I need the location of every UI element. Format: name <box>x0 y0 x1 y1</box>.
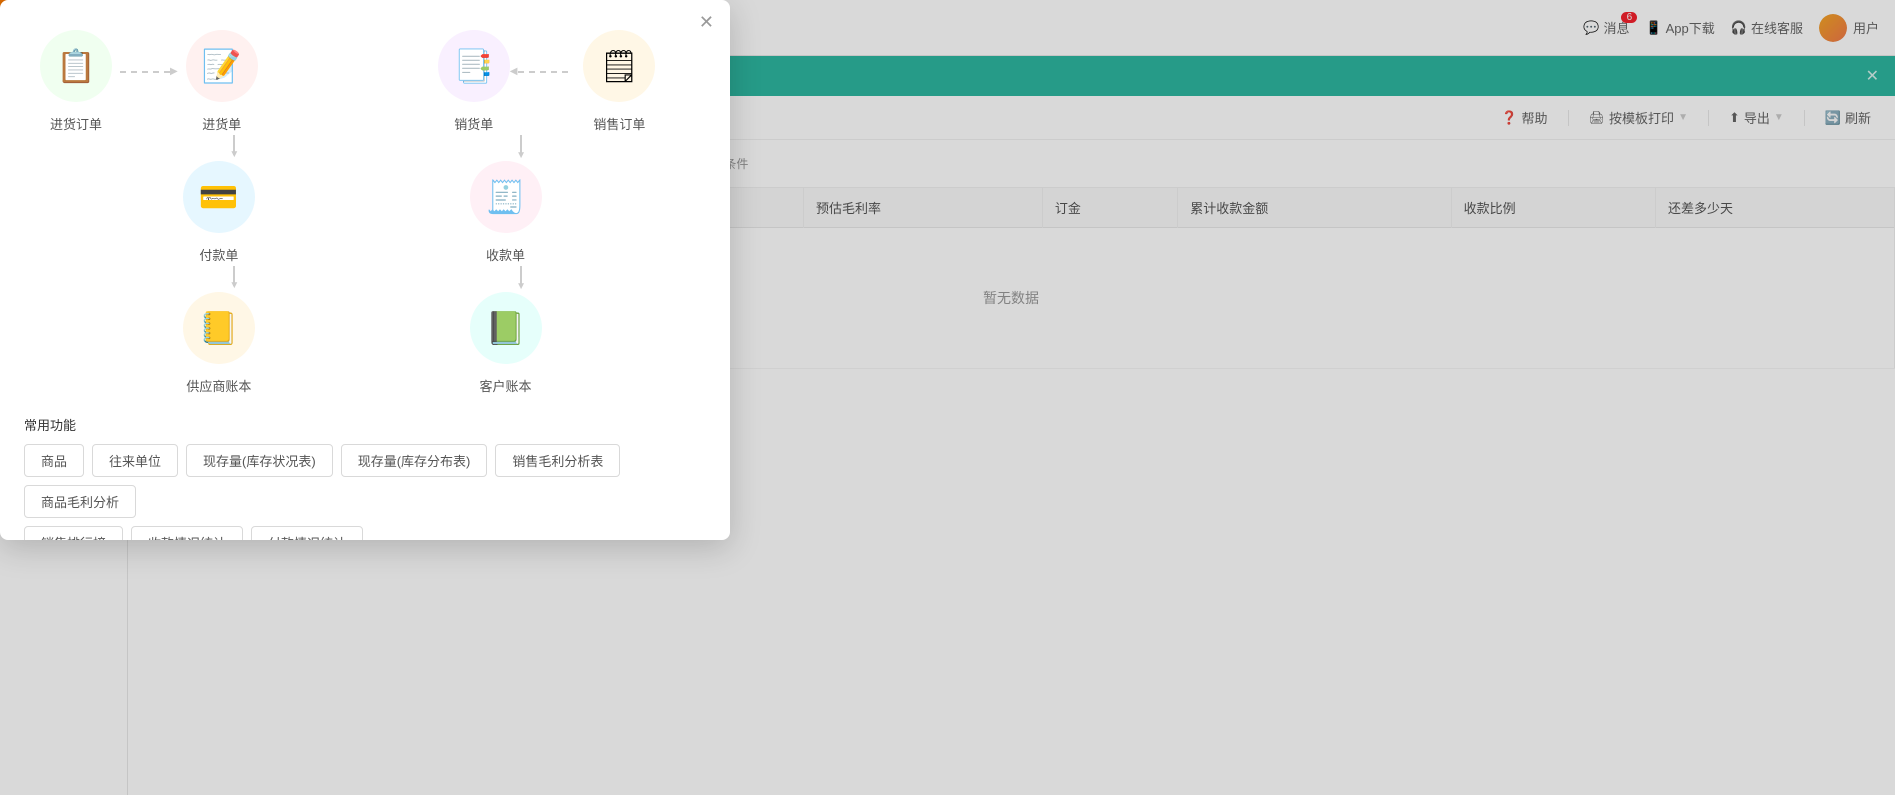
supplier-ledger-icon: 📒 <box>199 309 239 347</box>
receipt-label: 收款单 <box>486 245 525 264</box>
sales-bill-label: 销货单 <box>454 114 493 133</box>
main-area: 装备及固定资产辅助管理系统 ▼ ⚙ 体验行业方案 💬 消息 6 📱 App下载 … <box>128 0 1895 795</box>
common-buttons-row1: 商品 往来单位 现存量(库存状况表) 现存量(库存分布表) 销售毛利分析表 商品… <box>128 444 706 518</box>
flow-node-receipt[interactable]: 🧾 收款单 <box>470 161 542 264</box>
flow-node-sales-order[interactable]: 🗒 销售订单 <box>583 30 655 133</box>
content-wrapper: ❓ 帮助 🖨 按模板打印 ▼ ⬆ 导出 ▼ 🔄 刷新 <box>128 96 1895 795</box>
common-functions-title: 常用功能 <box>128 415 706 434</box>
btn-suppliers[interactable]: 往来单位 <box>128 444 178 477</box>
sales-bill-icon: 📑 <box>454 47 494 85</box>
flow-diagram-section: 📋 进货订单 ▶ 📝 <box>128 0 730 415</box>
flow-node-customer-ledger[interactable]: 📗 客户账本 <box>470 292 542 395</box>
customer-ledger-label: 客户账本 <box>480 376 532 395</box>
btn-receipt-stat[interactable]: 收款情况统计 <box>131 526 243 540</box>
sales-bill-circle: 📑 <box>438 30 510 102</box>
customer-ledger-icon: 📗 <box>486 309 526 347</box>
sales-order-icon: 🗒 <box>599 47 640 85</box>
payment-icon: 💳 <box>199 178 239 216</box>
popup-overlay: ✕ 📋 进货订单 <box>128 0 1895 795</box>
popup-dialog: ✕ 📋 进货订单 <box>128 0 730 540</box>
sales-order-label: 销售订单 <box>593 114 645 133</box>
popup-close-button[interactable]: ✕ <box>699 12 714 33</box>
purchase-bill-circle: 📝 <box>186 30 258 102</box>
flow-node-payment[interactable]: 💳 付款单 <box>183 161 255 264</box>
btn-stock-status[interactable]: 现存量(库存状况表) <box>186 444 333 477</box>
supplier-ledger-circle: 📒 <box>183 292 255 364</box>
flow-node-sales-bill[interactable]: 📑 销货单 <box>438 30 510 133</box>
common-buttons-row2: 销售排行榜 收款情况统计 付款情况统计 <box>128 526 706 540</box>
payment-label: 付款单 <box>199 245 238 264</box>
purchase-bill-icon: 📝 <box>202 47 242 85</box>
customer-ledger-circle: 📗 <box>470 292 542 364</box>
purchase-bill-label: 进货单 <box>202 114 241 133</box>
btn-sales-gross[interactable]: 销售毛利分析表 <box>495 444 620 477</box>
receipt-icon: 🧾 <box>486 178 526 216</box>
common-functions-section: 常用功能 商品 往来单位 现存量(库存状况表) 现存量(库存分布表) 销售毛利分… <box>128 415 730 540</box>
payment-circle: 💳 <box>183 161 255 233</box>
receipt-circle: 🧾 <box>470 161 542 233</box>
supplier-ledger-label: 供应商账本 <box>186 376 251 395</box>
flow-node-purchase-bill[interactable]: 📝 进货单 <box>186 30 258 133</box>
flow-node-supplier-ledger[interactable]: 📒 供应商账本 <box>183 292 255 395</box>
btn-goods-gross[interactable]: 商品毛利分析 <box>128 485 136 518</box>
sales-order-circle: 🗒 <box>583 30 655 102</box>
btn-payment-stat[interactable]: 付款情况统计 <box>251 526 363 540</box>
btn-stock-dist[interactable]: 现存量(库存分布表) <box>341 444 488 477</box>
